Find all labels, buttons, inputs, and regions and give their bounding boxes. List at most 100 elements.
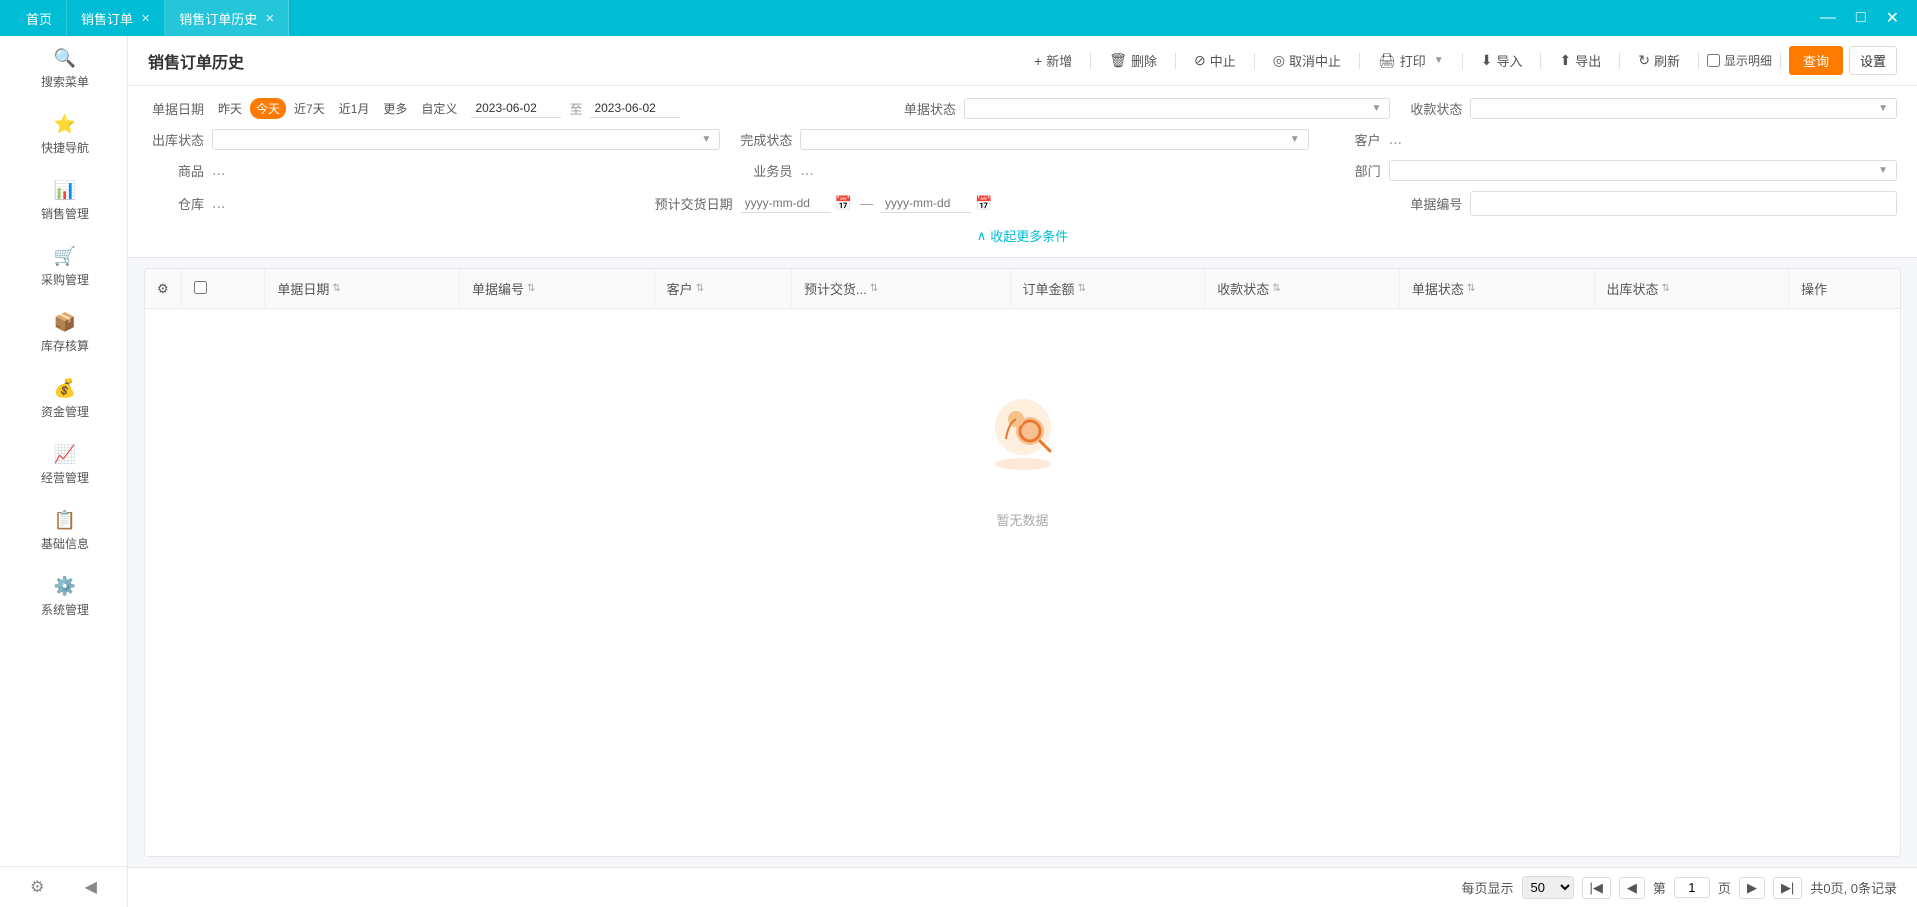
- th-date[interactable]: 单据日期 ⇅: [265, 269, 460, 309]
- tab-sales-order-history[interactable]: 销售订单历史 ✕: [165, 0, 289, 36]
- stop-button[interactable]: ⊘ 中止: [1184, 47, 1246, 74]
- sort-out-status-icon: ⇅: [1662, 283, 1670, 294]
- filter-bill-status: 单据状态 ▼: [900, 98, 1391, 119]
- first-page-button[interactable]: |◀: [1582, 877, 1611, 899]
- settings-button[interactable]: 设置: [1849, 46, 1897, 75]
- collapse-link[interactable]: ∧ 收起更多条件: [148, 226, 1897, 245]
- th-receipt-status[interactable]: 收款状态 ⇅: [1205, 269, 1400, 309]
- tab-home[interactable]: 首页: [12, 0, 67, 36]
- dept-arrow: ▼: [1878, 165, 1888, 176]
- th-customer[interactable]: 客户 ⇅: [654, 269, 791, 309]
- empty-illustration: [978, 389, 1068, 498]
- sidebar-bottom: ⚙ ◀: [0, 866, 127, 907]
- out-status-select[interactable]: ▼: [212, 129, 720, 150]
- select-all-checkbox[interactable]: [194, 281, 207, 294]
- filter-out-status: 出库状态 ▼: [148, 129, 720, 150]
- warehouse-dots[interactable]: ...: [212, 195, 225, 213]
- operations-icon: 📈: [54, 444, 76, 465]
- table-settings-col[interactable]: ⚙: [145, 269, 181, 309]
- delete-icon: 🗑: [1109, 52, 1127, 69]
- sidebar-item-quicknav[interactable]: ⭐ 快捷导航: [0, 102, 127, 168]
- refresh-button[interactable]: ↻ 刷新: [1628, 47, 1690, 74]
- date-tab-custom[interactable]: 自定义: [415, 98, 463, 119]
- sidebar-item-purchase[interactable]: 🛒 采购管理: [0, 234, 127, 300]
- inventory-icon: 📦: [54, 312, 76, 333]
- query-button[interactable]: 查询: [1789, 46, 1843, 75]
- sidebar-settings-button[interactable]: ⚙: [30, 877, 44, 897]
- page-size-select[interactable]: 50 10 20 100: [1522, 876, 1574, 899]
- date-tab-yesterday[interactable]: 昨天: [212, 98, 248, 119]
- filter-salesman: 业务员 ...: [736, 161, 1308, 180]
- page-number-input[interactable]: [1674, 877, 1710, 898]
- print-button[interactable]: 🖨 打印 ▼: [1368, 47, 1454, 74]
- expect-date-from-input[interactable]: [741, 194, 831, 213]
- filter-bill-no: 单据编号: [1406, 191, 1897, 216]
- th-bill-status[interactable]: 单据状态 ⇅: [1399, 269, 1594, 309]
- th-order-amount[interactable]: 订单金额 ⇅: [1010, 269, 1205, 309]
- bill-status-label: 单据状态: [900, 99, 956, 118]
- date-tab-1month[interactable]: 近1月: [333, 98, 376, 119]
- tab-sales-order-close[interactable]: ✕: [141, 12, 150, 25]
- sort-date-icon: ⇅: [332, 283, 340, 294]
- delete-button[interactable]: 🗑 删除: [1099, 47, 1167, 74]
- date-tab-today[interactable]: 今天: [250, 98, 286, 119]
- window-close-button[interactable]: ✕: [1880, 6, 1905, 30]
- export-button[interactable]: ⬆ 导出: [1549, 47, 1611, 74]
- last-page-button[interactable]: ▶|: [1773, 877, 1802, 899]
- th-expect-delivery[interactable]: 预计交货... ⇅: [792, 269, 1011, 309]
- receipt-status-select[interactable]: ▼: [1470, 98, 1897, 119]
- expect-date-dash: —: [856, 196, 877, 211]
- expect-date-to-input[interactable]: [881, 194, 971, 213]
- divider: [1780, 53, 1781, 69]
- expect-date-range: 📅 — 📅: [741, 194, 993, 213]
- sidebar-item-finance[interactable]: 💰 资金管理: [0, 366, 127, 432]
- sidebar-item-search[interactable]: 🔍 搜索菜单: [0, 36, 127, 102]
- data-table: ⚙ 单据日期 ⇅ 单据编号 ⇅: [145, 269, 1900, 609]
- bill-no-input[interactable]: [1470, 191, 1897, 216]
- tab-sales-order-history-close[interactable]: ✕: [265, 12, 274, 25]
- sidebar-item-system[interactable]: ⚙️ 系统管理: [0, 564, 127, 630]
- sidebar-item-inventory[interactable]: 📦 库存核算: [0, 300, 127, 366]
- next-page-button[interactable]: ▶: [1739, 877, 1765, 899]
- add-icon: +: [1034, 53, 1042, 69]
- empty-state: 暂无数据: [145, 309, 1900, 609]
- display-columns-checkbox-label[interactable]: 显示明细: [1707, 52, 1772, 69]
- date-to-input[interactable]: [590, 99, 680, 118]
- customer-dots[interactable]: ...: [1389, 131, 1402, 149]
- page-title: 销售订单历史: [148, 49, 244, 73]
- filter-complete-status: 完成状态 ▼: [736, 129, 1308, 150]
- date-tab-more[interactable]: 更多: [377, 98, 413, 119]
- salesman-dots[interactable]: ...: [800, 162, 813, 180]
- window-min-button[interactable]: —: [1814, 7, 1842, 29]
- cancel-stop-icon: ◎: [1273, 52, 1285, 69]
- display-columns-checkbox[interactable]: [1707, 54, 1720, 67]
- tab-list: 首页 销售订单 ✕ 销售订单历史 ✕: [12, 0, 1814, 36]
- tab-sales-order[interactable]: 销售订单 ✕: [67, 0, 165, 36]
- add-button[interactable]: + 新增: [1024, 47, 1082, 74]
- bill-status-select[interactable]: ▼: [964, 98, 1391, 119]
- filter-receipt-status: 收款状态 ▼: [1406, 98, 1897, 119]
- sidebar-item-basic-info[interactable]: 📋 基础信息: [0, 498, 127, 564]
- sidebar-item-operations[interactable]: 📈 经营管理: [0, 432, 127, 498]
- th-bill-no[interactable]: 单据编号 ⇅: [459, 269, 654, 309]
- date-from-input[interactable]: [471, 99, 561, 118]
- complete-status-select[interactable]: ▼: [800, 129, 1308, 150]
- sidebar-collapse-button[interactable]: ◀: [85, 877, 97, 897]
- complete-status-label: 完成状态: [736, 130, 792, 149]
- expect-date-from-calendar-icon[interactable]: 📅: [835, 195, 852, 212]
- top-bar: 首页 销售订单 ✕ 销售订单历史 ✕ — □ ✕: [0, 0, 1917, 36]
- prev-page-button[interactable]: ◀: [1619, 877, 1645, 899]
- th-out-status[interactable]: 出库状态 ⇅: [1594, 269, 1789, 309]
- expect-date-to-calendar-icon[interactable]: 📅: [975, 195, 992, 212]
- window-max-button[interactable]: □: [1850, 7, 1872, 29]
- export-icon: ⬆: [1559, 52, 1571, 69]
- dept-select[interactable]: ▼: [1389, 160, 1897, 181]
- cancel-stop-button[interactable]: ◎ 取消中止: [1263, 47, 1351, 74]
- goods-dots[interactable]: ...: [212, 162, 225, 180]
- th-checkbox: [181, 269, 265, 309]
- sidebar-item-sales[interactable]: 📊 销售管理: [0, 168, 127, 234]
- sidebar-item-label: 经营管理: [41, 469, 89, 486]
- date-tab-7days[interactable]: 近7天: [288, 98, 331, 119]
- import-button[interactable]: ⬇ 导入: [1471, 47, 1533, 74]
- goods-label: 商品: [148, 161, 204, 180]
